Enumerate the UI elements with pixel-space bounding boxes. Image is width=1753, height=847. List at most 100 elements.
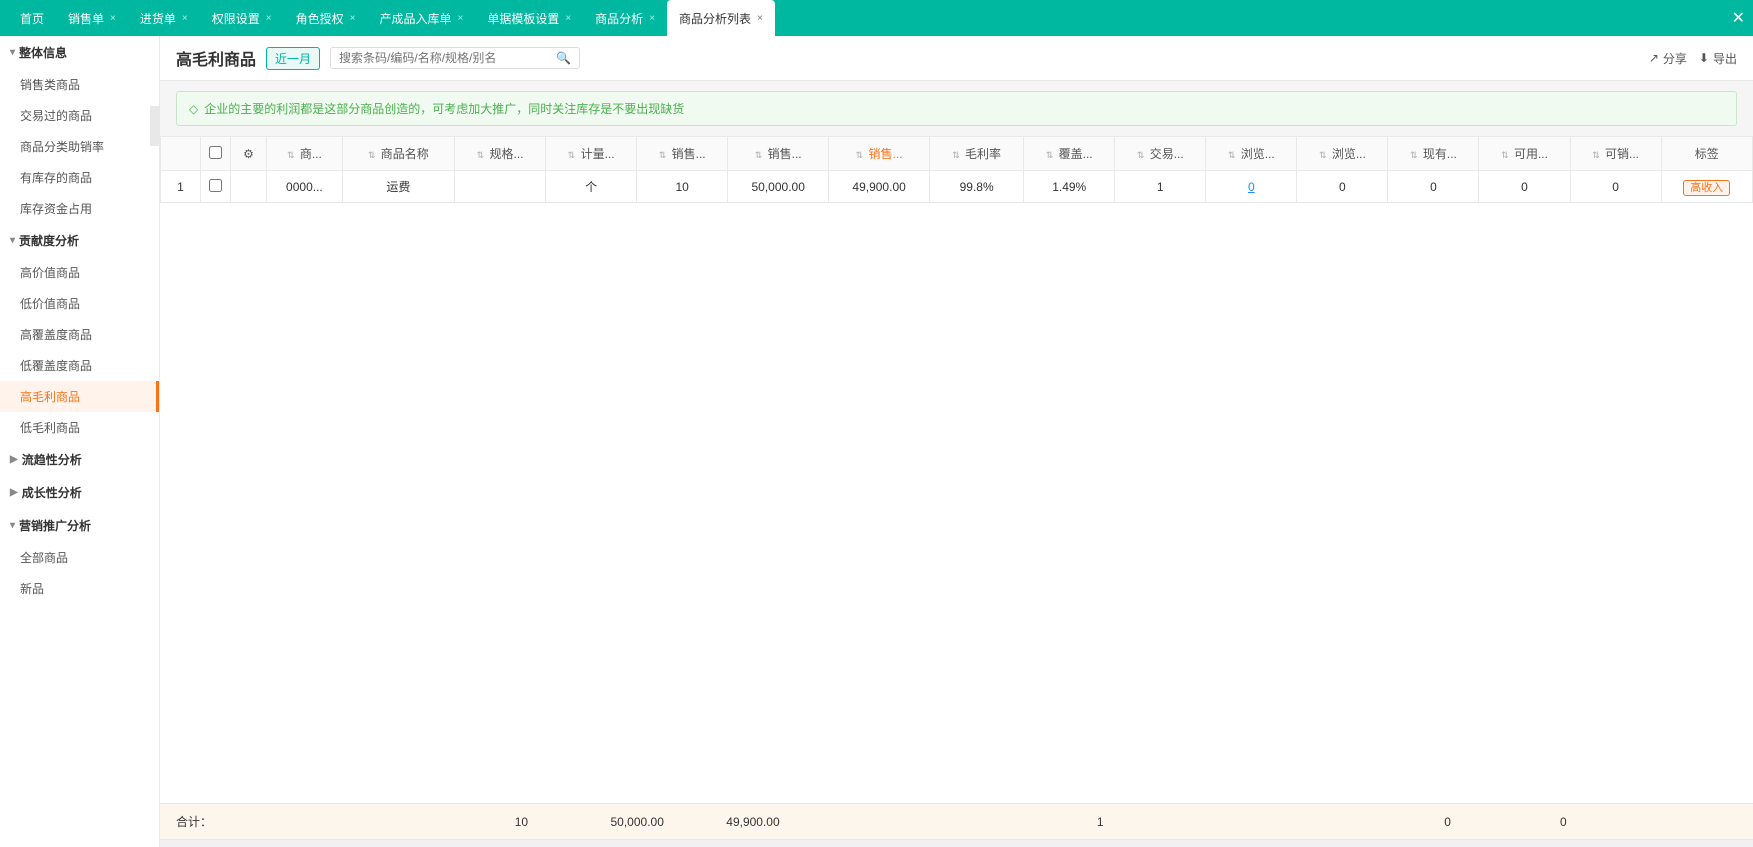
col-spec[interactable]: ⇅ 规格...: [455, 137, 546, 171]
close-purchase-order[interactable]: ×: [182, 13, 188, 24]
sort-icon-coverage: ⇅: [1046, 150, 1054, 160]
sidebar-item-stock-capital[interactable]: 库存资金占用: [0, 193, 159, 224]
close-sales-order[interactable]: ×: [110, 13, 116, 24]
cell-available: 0: [1479, 171, 1570, 203]
close-role-auth[interactable]: ×: [350, 13, 356, 24]
sort-icon-browse2: ⇅: [1319, 150, 1327, 160]
close-permission-settings[interactable]: ×: [266, 13, 272, 24]
col-coverage[interactable]: ⇅ 覆盖...: [1024, 137, 1115, 171]
content-header: 高毛利商品 近一月 🔍 ↗ 分享 ⬇ 导出: [160, 36, 1753, 81]
arrow-trend: ▶: [10, 454, 18, 465]
table-row[interactable]: 1 0000... 运费 个 10 50,000.00 49,900.00 99…: [161, 171, 1753, 203]
col-browse2[interactable]: ⇅ 浏览...: [1297, 137, 1388, 171]
nav-sales-order[interactable]: 销售单 ×: [56, 0, 128, 36]
sort-icon-name: ⇅: [368, 150, 376, 160]
col-settings[interactable]: ⚙: [231, 137, 267, 171]
cell-sellable: 0: [1570, 171, 1661, 203]
nav-home[interactable]: 首页: [8, 0, 56, 36]
sidebar-item-new-goods[interactable]: 新品: [0, 573, 159, 604]
col-available[interactable]: ⇅ 可用...: [1479, 137, 1570, 171]
cell-coverage: 1.49%: [1024, 171, 1115, 203]
cell-unit: 个: [546, 171, 637, 203]
sidebar-group-overall-info[interactable]: ▾ 整体信息: [0, 36, 159, 69]
nav-permission-settings[interactable]: 权限设置 ×: [200, 0, 284, 36]
nav-role-auth[interactable]: 角色授权 ×: [284, 0, 368, 36]
export-button[interactable]: ⬇ 导出: [1699, 50, 1737, 67]
sidebar-item-low-margin[interactable]: 低毛利商品: [0, 412, 159, 443]
sidebar-item-traded-goods[interactable]: 交易过的商品: [0, 100, 159, 131]
close-product-analysis[interactable]: ×: [649, 13, 655, 24]
search-input[interactable]: [339, 51, 556, 65]
settings-icon: ⚙: [243, 147, 254, 161]
window-close[interactable]: ✕: [1732, 8, 1745, 28]
table-header-row: ⚙ ⇅ 商... ⇅ 商品名称 ⇅ 规格...: [161, 137, 1753, 171]
arrow-growth: ▶: [10, 487, 18, 498]
col-product-code[interactable]: ⇅ 商...: [267, 137, 343, 171]
footer-trade-count: 1: [1042, 815, 1158, 829]
close-product-analysis-list[interactable]: ×: [757, 13, 763, 24]
col-sellable[interactable]: ⇅ 可销...: [1570, 137, 1661, 171]
content-area: 高毛利商品 近一月 🔍 ↗ 分享 ⬇ 导出 ◇ 企业的主要的利润都是这部分商品创…: [160, 36, 1753, 847]
nav-purchase-order[interactable]: 进货单 ×: [128, 0, 200, 36]
bottom-scrollbar[interactable]: [160, 839, 1753, 847]
nav-template-settings[interactable]: 单据模板设置 ×: [475, 0, 583, 36]
cell-browse2: 0: [1297, 171, 1388, 203]
sidebar-item-category-assist-rate[interactable]: 商品分类助销率: [0, 131, 159, 162]
sort-icon-sales-cost: ⇅: [856, 150, 864, 160]
col-trade-count[interactable]: ⇅ 交易...: [1115, 137, 1206, 171]
sidebar-item-high-margin[interactable]: 高毛利商品: [0, 381, 159, 412]
cell-sales-amount: 50,000.00: [728, 171, 829, 203]
col-unit[interactable]: ⇅ 计量...: [546, 137, 637, 171]
cell-checkbox[interactable]: [201, 171, 231, 203]
select-all-checkbox[interactable]: [209, 146, 222, 159]
nav-product-analysis[interactable]: 商品分析 ×: [583, 0, 667, 36]
page-title: 高毛利商品: [176, 46, 256, 70]
nav-product-inbound[interactable]: 产成品入库单 ×: [367, 0, 475, 36]
cell-code: 0000...: [267, 171, 343, 203]
sidebar-collapse-button[interactable]: 《: [150, 106, 160, 146]
sort-icon-sales-count: ⇅: [659, 150, 667, 160]
cell-tag: 高收入: [1661, 171, 1752, 203]
arrow-marketing: ▾: [10, 520, 15, 531]
sidebar-group-contribution[interactable]: ▾ 贡献度分析: [0, 224, 159, 257]
time-filter-button[interactable]: 近一月: [266, 47, 320, 70]
sort-icon-browse1: ⇅: [1228, 150, 1236, 160]
sidebar-item-low-value[interactable]: 低价值商品: [0, 288, 159, 319]
sidebar-item-high-value[interactable]: 高价值商品: [0, 257, 159, 288]
info-text: 企业的主要的利润都是这部分商品创造的，可考虑加大推广，同时关注库存是不要出现缺货: [204, 100, 684, 117]
table-footer: 合计： 10 50,000.00 49,900.00 1 0 0: [160, 803, 1753, 839]
close-template-settings[interactable]: ×: [565, 13, 571, 24]
sidebar-item-high-coverage[interactable]: 高覆盖度商品: [0, 319, 159, 350]
sidebar-group-trend[interactable]: ▶ 流趋性分析: [0, 443, 159, 476]
sidebar: 《 ▾ 整体信息 销售类商品 交易过的商品 商品分类助销率 有库存的商品 库存资…: [0, 36, 160, 847]
close-product-inbound[interactable]: ×: [457, 13, 463, 24]
share-icon: ↗: [1649, 51, 1659, 65]
search-icon[interactable]: 🔍: [556, 51, 571, 65]
sidebar-item-low-coverage[interactable]: 低覆盖度商品: [0, 350, 159, 381]
nav-product-analysis-list[interactable]: 商品分析列表 ×: [667, 0, 775, 36]
col-product-name[interactable]: ⇅ 商品名称: [342, 137, 454, 171]
sidebar-item-sales-goods[interactable]: 销售类商品: [0, 69, 159, 100]
sidebar-group-growth[interactable]: ▶ 成长性分析: [0, 476, 159, 509]
col-sales-amount[interactable]: ⇅ 销售...: [728, 137, 829, 171]
header-actions: ↗ 分享 ⬇ 导出: [1649, 50, 1737, 67]
sidebar-item-all-goods[interactable]: 全部商品: [0, 542, 159, 573]
sort-icon-current-stock: ⇅: [1410, 150, 1418, 160]
info-icon: ◇: [189, 102, 198, 116]
col-sales-count[interactable]: ⇅ 销售...: [637, 137, 728, 171]
sort-icon-trade-count: ⇅: [1137, 150, 1145, 160]
share-button[interactable]: ↗ 分享: [1649, 50, 1687, 67]
col-browse1[interactable]: ⇅ 浏览...: [1206, 137, 1297, 171]
sidebar-item-in-stock-goods[interactable]: 有库存的商品: [0, 162, 159, 193]
col-tag: 标签: [1661, 137, 1752, 171]
footer-sales-count: 10: [464, 815, 580, 829]
row-checkbox[interactable]: [209, 179, 222, 192]
col-sales-cost[interactable]: ⇅ 销售...: [829, 137, 930, 171]
main-layout: 《 ▾ 整体信息 销售类商品 交易过的商品 商品分类助销率 有库存的商品 库存资…: [0, 36, 1753, 847]
sidebar-group-marketing[interactable]: ▾ 营销推广分析: [0, 509, 159, 542]
col-gross-margin[interactable]: ⇅ 毛利率: [930, 137, 1024, 171]
top-nav: 首页 销售单 × 进货单 × 权限设置 × 角色授权 × 产成品入库单 × 单据…: [0, 0, 1753, 36]
cell-spec: [455, 171, 546, 203]
cell-browse1[interactable]: 0: [1206, 171, 1297, 203]
col-current-stock[interactable]: ⇅ 现有...: [1388, 137, 1479, 171]
